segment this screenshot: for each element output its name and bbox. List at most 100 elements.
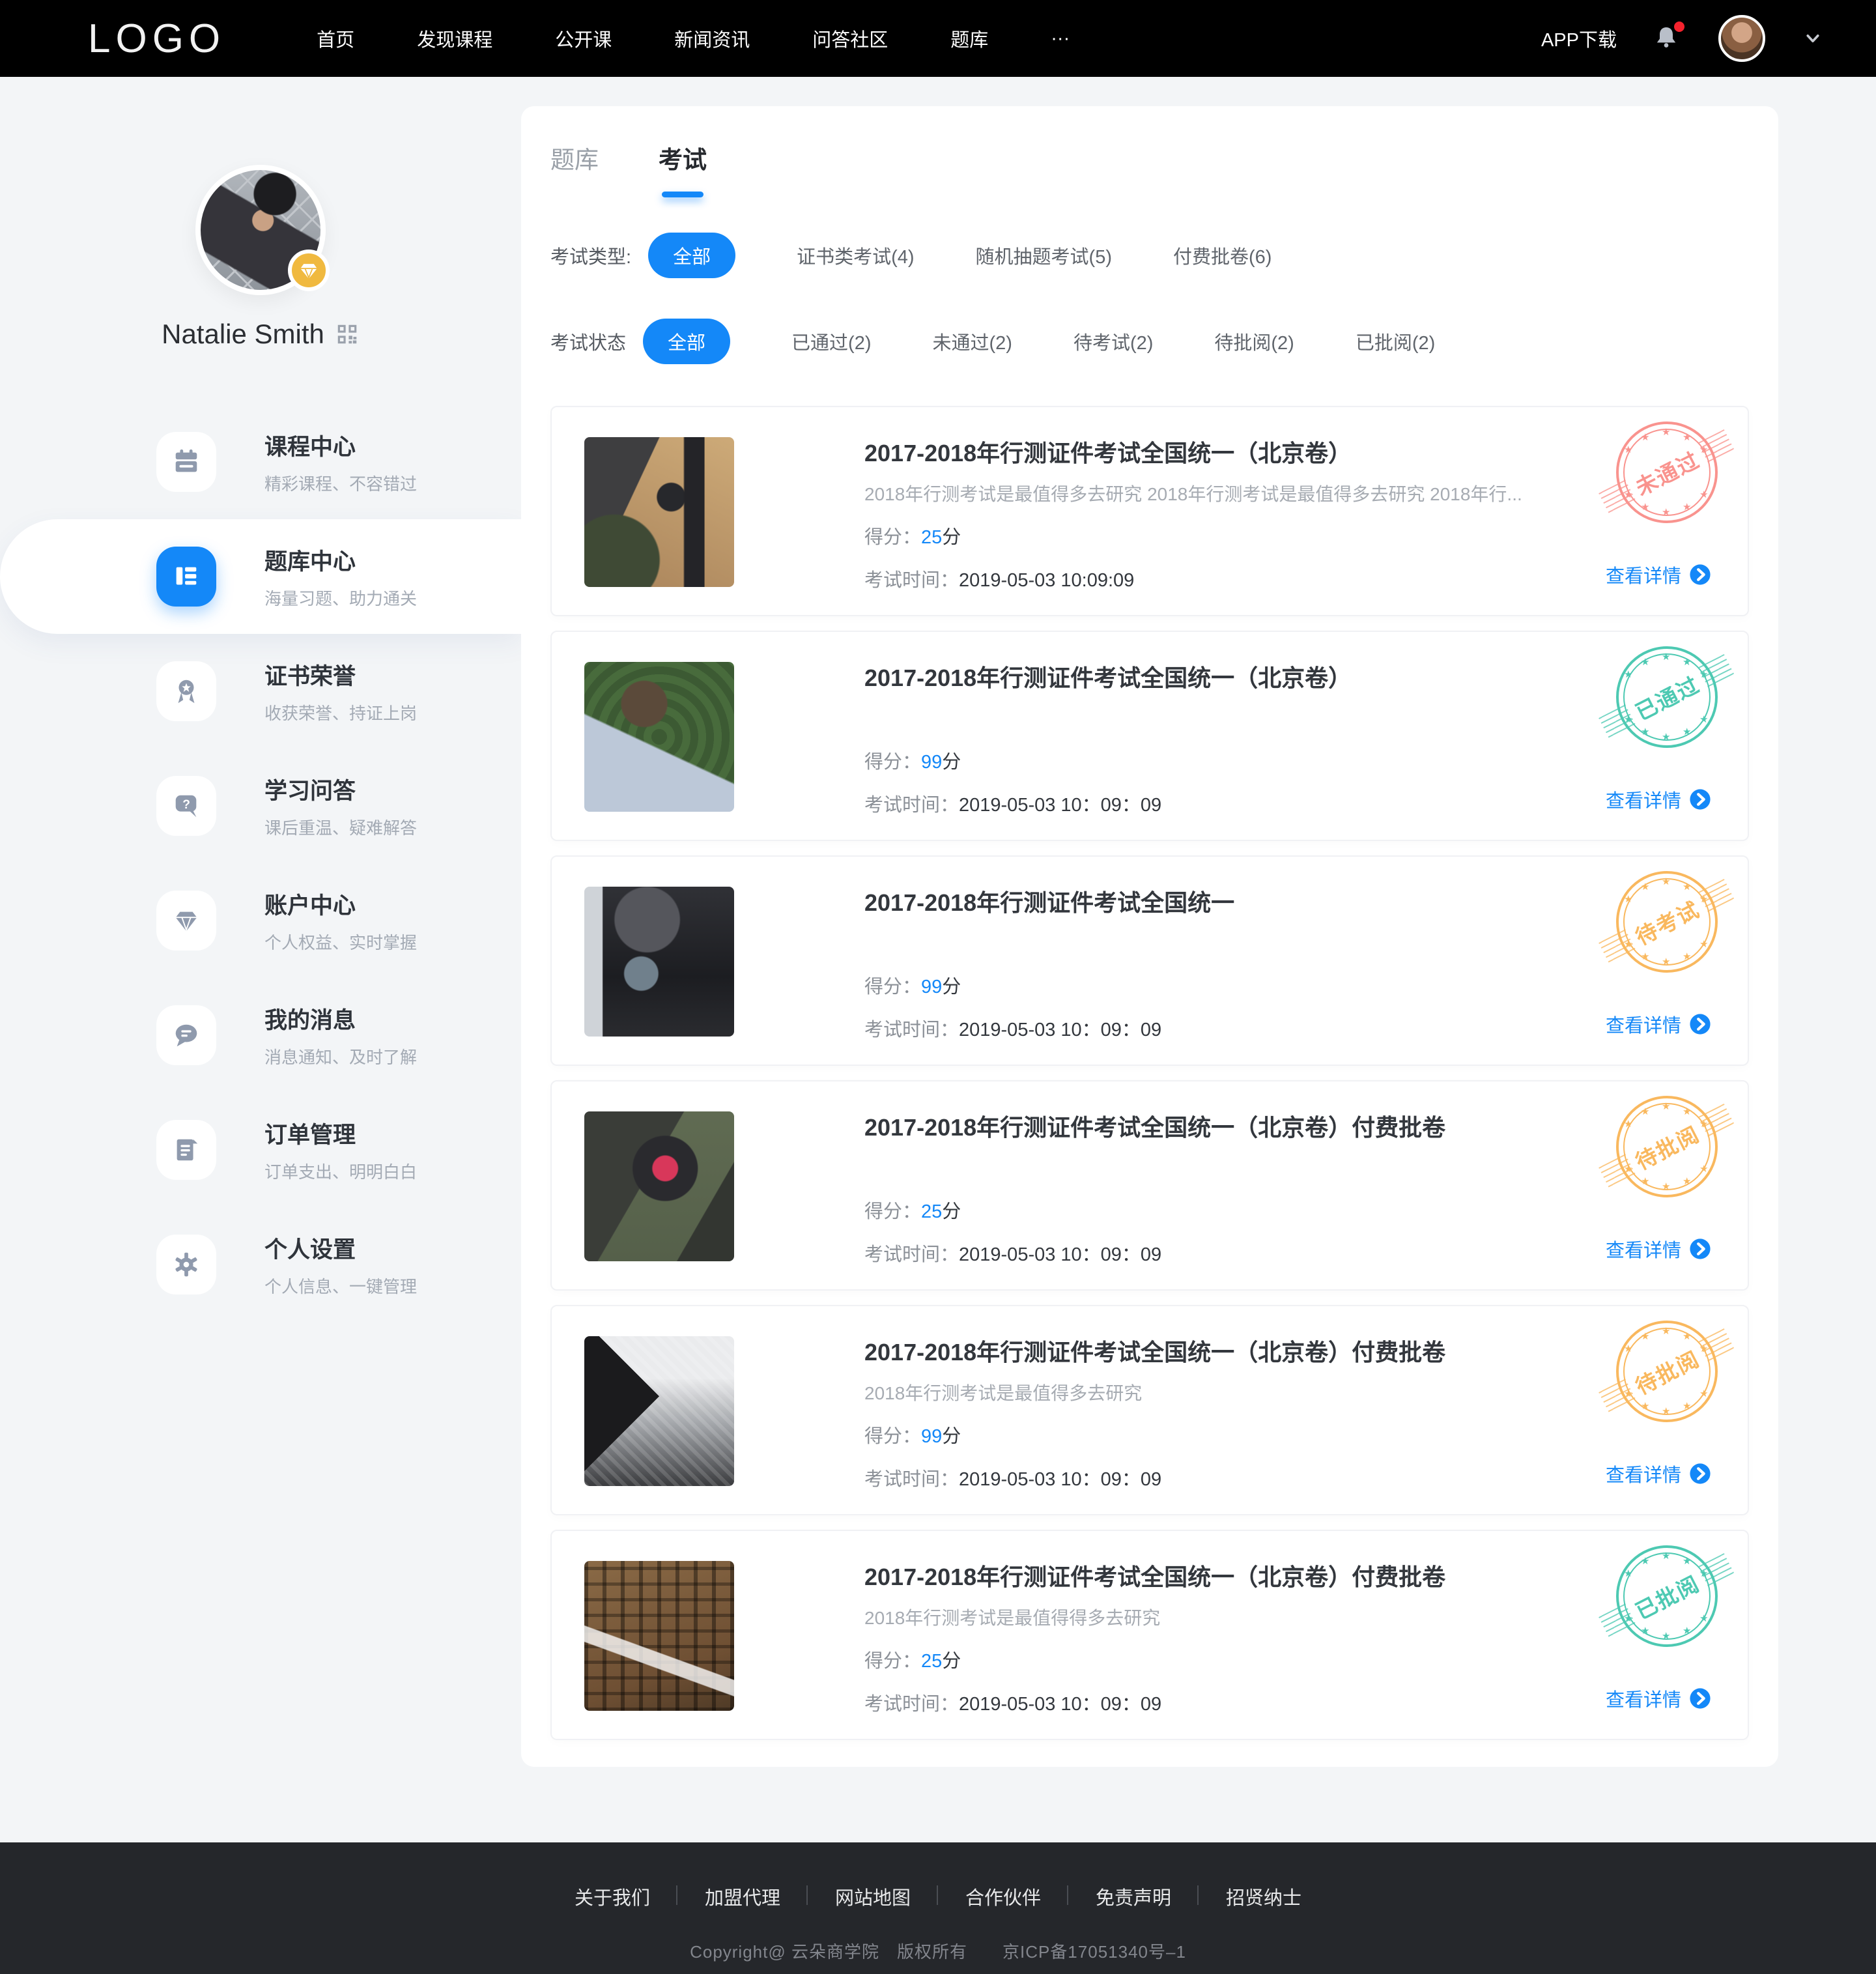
stamp-outer-ring xyxy=(1616,1321,1718,1422)
nav-item[interactable]: 题库 xyxy=(950,25,988,52)
time-label: 考试时间： xyxy=(864,1694,959,1715)
exam-thumbnail[interactable] xyxy=(584,1561,734,1711)
sidebar-item[interactable]: 我的消息 消息通知、及时了解 xyxy=(0,978,521,1093)
sidebar-item[interactable]: 证书荣誉 收获荣誉、持证上岗 xyxy=(0,634,521,749)
sidebar-item-text: 账户中心 个人权益、实时掌握 xyxy=(264,887,417,954)
exam-title[interactable]: 2017-2018年行测证件考试全国统一 xyxy=(864,884,1234,918)
filter-option[interactable]: 已通过(2) xyxy=(791,319,871,364)
sidebar-item-icon-box xyxy=(156,1120,216,1180)
exam-thumbnail[interactable] xyxy=(584,887,734,1037)
sidebar-item-text: 证书荣誉 收获荣誉、持证上岗 xyxy=(264,658,417,724)
stamp-status-text: 已通过 xyxy=(1631,672,1704,725)
score-value: 99 xyxy=(921,977,943,997)
chevron-down-icon[interactable] xyxy=(1802,27,1824,50)
score-label: 得分： xyxy=(864,977,922,997)
sidebar-item-title: 课程中心 xyxy=(264,435,356,460)
exam-thumbnail[interactable] xyxy=(584,1111,734,1261)
footer-link[interactable]: 加盟代理 xyxy=(677,1883,808,1910)
filter-option[interactable]: 证书类考试(4) xyxy=(797,233,914,278)
footer-link[interactable]: 招贤纳士 xyxy=(1199,1883,1329,1910)
exam-title[interactable]: 2017-2018年行测证件考试全国统一（北京卷）付费批卷 xyxy=(864,1558,1445,1592)
time-value: 2019-05-03 10：09：09 xyxy=(959,1469,1162,1490)
tab[interactable]: 考试 xyxy=(659,140,707,192)
user-avatar[interactable] xyxy=(1718,15,1765,62)
footer-link[interactable]: 关于我们 xyxy=(547,1883,677,1910)
exam-score-row: 得分：25分 xyxy=(864,522,961,549)
nav-item[interactable]: 公开课 xyxy=(555,25,612,52)
stamp-outer-ring xyxy=(1616,1096,1718,1197)
sidebar-item[interactable]: 订单管理 订单支出、明明白白 xyxy=(0,1093,521,1207)
exam-thumbnail[interactable] xyxy=(584,1336,734,1486)
exam-time-row: 考试时间：2019-05-03 10：09：09 xyxy=(864,1014,1161,1042)
exam-title[interactable]: 2017-2018年行测证件考试全国统一（北京卷）付费批卷 xyxy=(864,1109,1445,1143)
footer-link[interactable]: 免责声明 xyxy=(1068,1883,1199,1910)
arrow-right-circle-icon xyxy=(1689,1013,1711,1035)
qr-code-icon[interactable] xyxy=(335,322,360,347)
filter-option[interactable]: 全部 xyxy=(643,319,731,364)
copyright-text: Copyright@ 云朵商学院 版权所有 京ICP备17051340号–1 xyxy=(690,1942,1186,1962)
sidebar-item-title: 个人设置 xyxy=(264,1237,356,1263)
exam-time-row: 考试时间：2019-05-03 10:09:09 xyxy=(864,565,1134,592)
tab[interactable]: 题库 xyxy=(550,140,599,192)
nav-item[interactable]: ··· xyxy=(1051,28,1070,50)
notification-bell[interactable] xyxy=(1653,21,1684,54)
stamp-status-text: 待考试 xyxy=(1631,896,1704,950)
exam-card: 2017-2018年行测证件考试全国统一（北京卷）付费批卷 2018年行测考试是… xyxy=(550,1530,1749,1740)
sidebar-item[interactable]: 题库中心 海量习题、助力通关 xyxy=(0,519,521,634)
stamp-hatch-left xyxy=(1599,1154,1636,1190)
sidebar-item-text: 订单管理 订单支出、明明白白 xyxy=(264,1117,417,1183)
stamp-inner-ring xyxy=(1623,1328,1711,1415)
status-stamp: ★ ★ ★ ★ ★ ★ ★ ★ ★ ★ 已批阅 xyxy=(1599,1545,1735,1647)
app-download-link[interactable]: APP下载 xyxy=(1541,25,1617,52)
sidebar-item[interactable]: 账户中心 个人权益、实时掌握 xyxy=(0,863,521,978)
filter-option[interactable]: 未通过(2) xyxy=(932,319,1012,364)
view-detail-link[interactable]: 查看详情 xyxy=(1606,1460,1711,1487)
filter-option[interactable]: 全部 xyxy=(648,233,736,278)
filter-option[interactable]: 随机抽题考试(5) xyxy=(976,233,1112,278)
exam-thumbnail[interactable] xyxy=(584,662,734,812)
view-detail-link[interactable]: 查看详情 xyxy=(1606,1010,1711,1038)
tab-bar: 题库 考试 xyxy=(521,106,1778,192)
top-navbar: LOGO 首页 发现课程 公开课 新闻资讯 问答社区 题库 ··· APP下载 xyxy=(0,0,1876,77)
exam-title[interactable]: 2017-2018年行测证件考试全国统一（北京卷） xyxy=(864,659,1352,693)
footer-link[interactable]: 网站地图 xyxy=(808,1883,939,1910)
sidebar-item-text: 我的消息 消息通知、及时了解 xyxy=(264,1002,417,1068)
sidebar-item[interactable]: 个人设置 个人信息、一键管理 xyxy=(0,1207,521,1322)
score-label: 得分： xyxy=(864,1201,922,1222)
brand-logo[interactable]: LOGO xyxy=(88,16,225,62)
stamp-outer-ring xyxy=(1616,871,1718,973)
sidebar-item-subtitle: 个人权益、实时掌握 xyxy=(264,933,418,952)
exam-title[interactable]: 2017-2018年行测证件考试全国统一（北京卷） xyxy=(864,435,1352,468)
view-detail-link[interactable]: 查看详情 xyxy=(1606,1235,1711,1263)
nav-item[interactable]: 问答社区 xyxy=(812,25,888,52)
filter-option[interactable]: 待批阅(2) xyxy=(1214,319,1294,364)
view-detail-link[interactable]: 查看详情 xyxy=(1606,561,1711,588)
sidebar-item[interactable]: 学习问答 课后重温、疑难解答 xyxy=(0,749,521,863)
exam-thumbnail[interactable] xyxy=(584,437,734,587)
filter-option[interactable]: 已批阅(2) xyxy=(1356,319,1435,364)
filter-option[interactable]: 待考试(2) xyxy=(1073,319,1153,364)
exam-title[interactable]: 2017-2018年行测证件考试全国统一（北京卷）付费批卷 xyxy=(864,1334,1445,1367)
time-value: 2019-05-03 10：09：09 xyxy=(959,1694,1162,1715)
nav-item[interactable]: 发现课程 xyxy=(417,25,492,52)
stamp-hatch-left xyxy=(1599,479,1636,515)
main-panel: 题库 考试 考试类型: 全部 证书类考试(4) 随机抽题考试(5) 付费批卷(6… xyxy=(521,106,1778,1767)
view-detail-link[interactable]: 查看详情 xyxy=(1606,786,1711,813)
stamp-hatch-right xyxy=(1698,1104,1735,1139)
stamp-hatch-right xyxy=(1698,1553,1735,1589)
footer-link[interactable]: 合作伙伴 xyxy=(938,1883,1069,1910)
view-detail-link[interactable]: 查看详情 xyxy=(1606,1685,1711,1712)
exam-time-row: 考试时间：2019-05-03 10：09：09 xyxy=(864,1689,1161,1716)
stamp-hatch-left xyxy=(1599,1379,1636,1414)
stamp-status-text: 待批阅 xyxy=(1631,1121,1704,1175)
stamp-outer-ring xyxy=(1616,422,1718,523)
sidebar-item-icon xyxy=(171,447,201,477)
stamp-status-text: 待批阅 xyxy=(1631,1346,1704,1399)
filter-option[interactable]: 付费批卷(6) xyxy=(1173,233,1272,278)
nav-item[interactable]: 首页 xyxy=(317,25,354,52)
sidebar-item-subtitle: 个人信息、一键管理 xyxy=(264,1277,418,1296)
nav-item[interactable]: 新闻资讯 xyxy=(674,25,750,52)
score-suffix: 分 xyxy=(942,1201,961,1222)
sidebar-item-title: 订单管理 xyxy=(264,1123,356,1148)
sidebar-item[interactable]: 课程中心 精彩课程、不容错过 xyxy=(0,405,521,519)
